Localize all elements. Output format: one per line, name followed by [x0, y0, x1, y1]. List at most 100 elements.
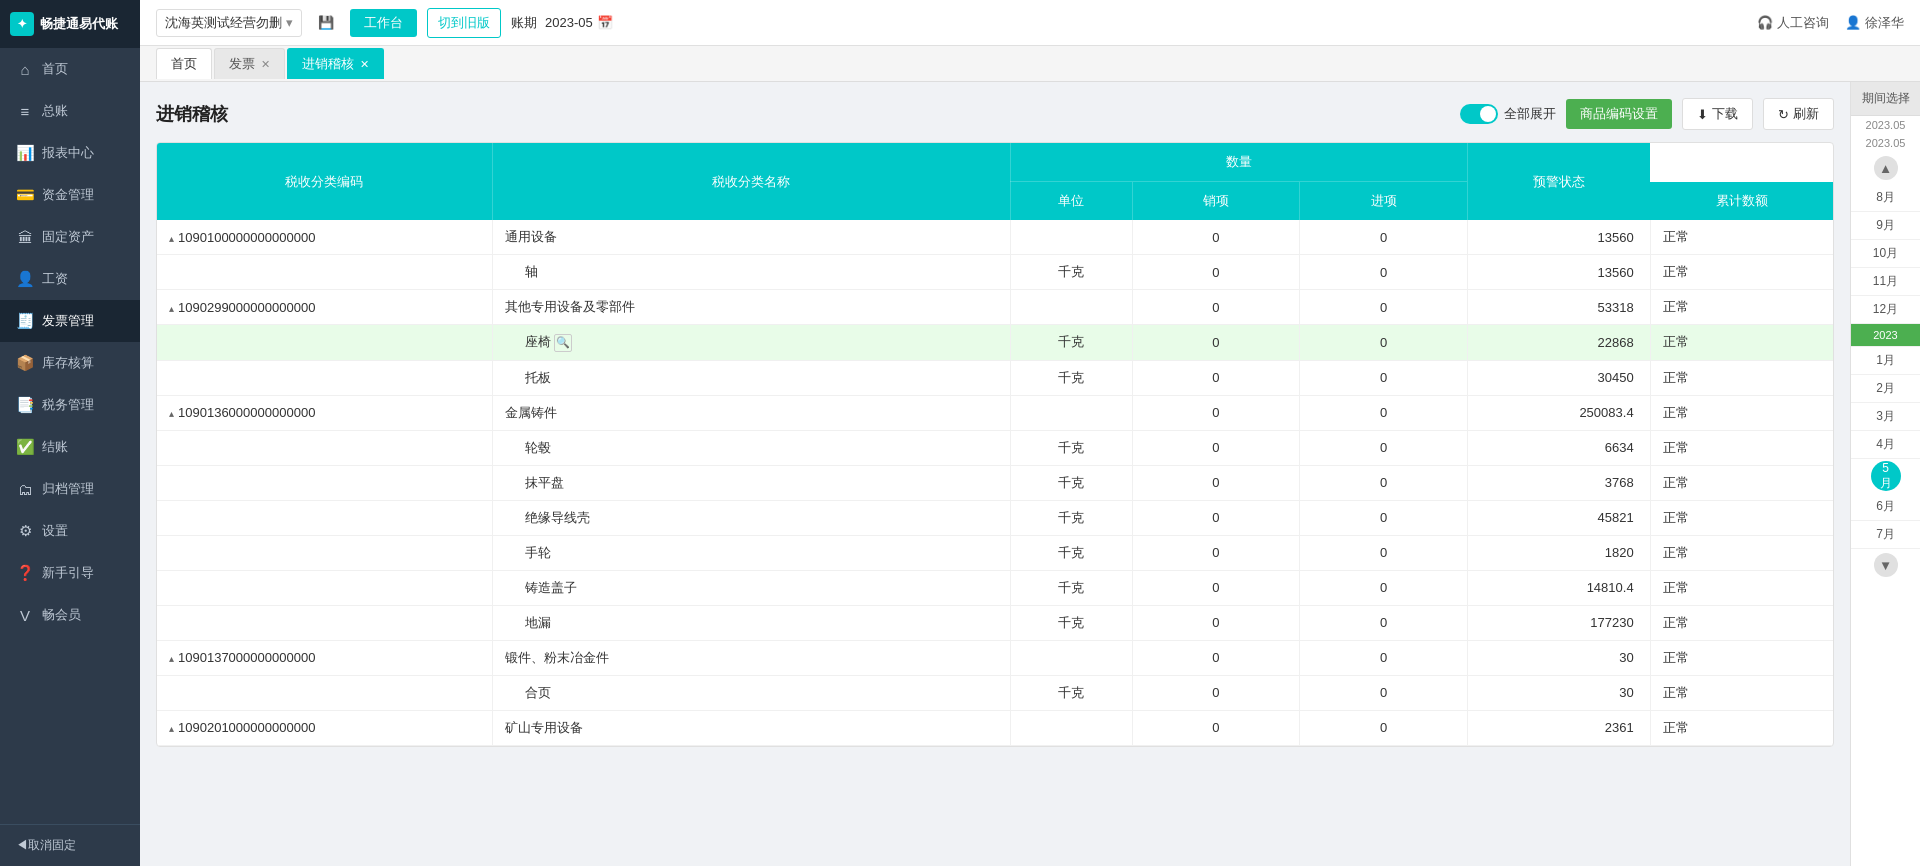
sidebar-item-membership[interactable]: V 畅会员	[0, 594, 140, 636]
cell-purchase: 0	[1300, 395, 1468, 430]
product-code-btn[interactable]: 商品编码设置	[1566, 99, 1672, 129]
period-list: 2023.05 2023.05 ▲ 8月 9月 10月 11月 12月 2023…	[1851, 116, 1920, 866]
search-small-icon[interactable]: 🔍	[554, 334, 572, 352]
sidebar-item-ledger[interactable]: ≡ 总账	[0, 90, 140, 132]
invoice-icon: 🧾	[16, 312, 34, 330]
sidebar-item-guide[interactable]: ❓ 新手引导	[0, 552, 140, 594]
period-month-5[interactable]: 5月	[1871, 461, 1901, 491]
cell-status: 正常	[1650, 360, 1833, 395]
cell-purchase: 0	[1300, 290, 1468, 325]
sidebar-item-label: 总账	[42, 102, 68, 120]
save-draft-button[interactable]: 💾	[312, 11, 340, 34]
cell-sale: 0	[1132, 360, 1300, 395]
cell-purchase: 0	[1300, 710, 1468, 745]
period-month-7[interactable]: 7月	[1851, 521, 1920, 549]
period-panel-header: 期间选择	[1851, 82, 1920, 116]
cell-unit: 千克	[1010, 500, 1132, 535]
cell-sale: 0	[1132, 255, 1300, 290]
cell-unit: 千克	[1010, 360, 1132, 395]
cell-unit	[1010, 640, 1132, 675]
cell-sale: 0	[1132, 465, 1300, 500]
period-month-6[interactable]: 6月	[1851, 493, 1920, 521]
expand-icon[interactable]: ▴	[169, 303, 174, 314]
cell-name: 轮毂	[492, 430, 1010, 465]
period-display: 账期 2023-05 📅	[511, 14, 613, 32]
cell-name: 轴	[492, 255, 1010, 290]
tab-home[interactable]: 首页	[156, 48, 212, 79]
user-menu[interactable]: 👤 徐泽华	[1845, 14, 1904, 32]
sidebar-item-settlement[interactable]: ✅ 结账	[0, 426, 140, 468]
download-btn[interactable]: ⬇ 下载	[1682, 98, 1753, 130]
period-month-4[interactable]: 4月	[1851, 431, 1920, 459]
expand-icon[interactable]: ▴	[169, 233, 174, 244]
period-nav-up[interactable]: ▲	[1874, 156, 1898, 180]
sidebar-item-capital[interactable]: 💳 资金管理	[0, 174, 140, 216]
download-label: 下载	[1712, 105, 1738, 123]
sidebar-item-fixed-assets[interactable]: 🏛 固定资产	[0, 216, 140, 258]
cell-purchase: 0	[1300, 430, 1468, 465]
cell-purchase: 0	[1300, 605, 1468, 640]
sidebar-item-settings[interactable]: ⚙ 设置	[0, 510, 140, 552]
support-link[interactable]: 🎧 人工咨询	[1757, 14, 1829, 32]
sidebar-item-tax[interactable]: 📑 税务管理	[0, 384, 140, 426]
expand-all-toggle[interactable]	[1460, 104, 1498, 124]
sidebar-item-report[interactable]: 📊 报表中心	[0, 132, 140, 174]
calendar-icon[interactable]: 📅	[597, 15, 613, 30]
expand-icon[interactable]: ▴	[169, 723, 174, 734]
sidebar-item-archive[interactable]: 🗂 归档管理	[0, 468, 140, 510]
page-actions: 全部展开 商品编码设置 ⬇ 下载 ↻ 刷新	[1460, 98, 1834, 130]
main-table: 税收分类编码 税收分类名称 数量 预警状态 单位 销项 进项 累计数额	[156, 142, 1834, 747]
sidebar-item-label: 税务管理	[42, 396, 94, 414]
period-month-10[interactable]: 10月	[1851, 240, 1920, 268]
period-month-1[interactable]: 1月	[1851, 347, 1920, 375]
expand-icon[interactable]: ▴	[169, 653, 174, 664]
cell-purchase: 0	[1300, 500, 1468, 535]
sidebar-item-label: 库存核算	[42, 354, 94, 372]
cell-cumulative: 2361	[1467, 710, 1650, 745]
th-unit: 单位	[1010, 182, 1132, 221]
company-selector[interactable]: 沈海英测试经营勿删 ▾	[156, 9, 302, 37]
period-nav-down[interactable]: ▼	[1874, 553, 1898, 577]
cell-code: ▴1090100000000000000	[157, 220, 492, 255]
cell-name: 通用设备	[492, 220, 1010, 255]
period-month-3[interactable]: 3月	[1851, 403, 1920, 431]
cell-status: 正常	[1650, 570, 1833, 605]
period-month-12[interactable]: 12月	[1851, 296, 1920, 324]
cell-name: 其他专用设备及零部件	[492, 290, 1010, 325]
sidebar-item-label: 资金管理	[42, 186, 94, 204]
sidebar-item-inventory[interactable]: 📦 库存核算	[0, 342, 140, 384]
period-panel-collapse[interactable]: ›	[1850, 454, 1851, 494]
headset-icon: 🎧	[1757, 15, 1773, 30]
cell-purchase: 0	[1300, 360, 1468, 395]
sidebar-item-label: 发票管理	[42, 312, 94, 330]
cell-purchase: 0	[1300, 640, 1468, 675]
period-month-8[interactable]: 8月	[1851, 184, 1920, 212]
cell-purchase: 0	[1300, 535, 1468, 570]
fixed-assets-icon: 🏛	[16, 229, 34, 246]
period-label: 账期	[511, 14, 537, 32]
cell-cumulative: 250083.4	[1467, 395, 1650, 430]
cell-sale: 0	[1132, 325, 1300, 361]
old-version-button[interactable]: 切到旧版	[427, 8, 501, 38]
th-cumulative: 累计数额	[1650, 182, 1833, 221]
sidebar-collapse-btn[interactable]: ◀取消固定	[0, 824, 140, 866]
sidebar-item-payroll[interactable]: 👤 工资	[0, 258, 140, 300]
workbench-button[interactable]: 工作台	[350, 9, 417, 37]
tab-invoice[interactable]: 发票 ✕	[214, 48, 285, 79]
cell-unit	[1010, 290, 1132, 325]
refresh-btn[interactable]: ↻ 刷新	[1763, 98, 1834, 130]
check-tab-close[interactable]: ✕	[360, 58, 369, 71]
cell-status: 正常	[1650, 675, 1833, 710]
period-month-2[interactable]: 2月	[1851, 375, 1920, 403]
period-month-11[interactable]: 11月	[1851, 268, 1920, 296]
cell-status: 正常	[1650, 535, 1833, 570]
sidebar-item-home[interactable]: ⌂ 首页	[0, 48, 140, 90]
invoice-tab-close[interactable]: ✕	[261, 58, 270, 71]
expand-icon[interactable]: ▴	[169, 408, 174, 419]
tab-check[interactable]: 进销稽核 ✕	[287, 48, 384, 79]
download-icon: ⬇	[1697, 107, 1708, 122]
cell-code: ▴1090136000000000000	[157, 395, 492, 430]
tax-icon: 📑	[16, 396, 34, 414]
sidebar-item-invoice[interactable]: 🧾 发票管理	[0, 300, 140, 342]
period-month-9[interactable]: 9月	[1851, 212, 1920, 240]
